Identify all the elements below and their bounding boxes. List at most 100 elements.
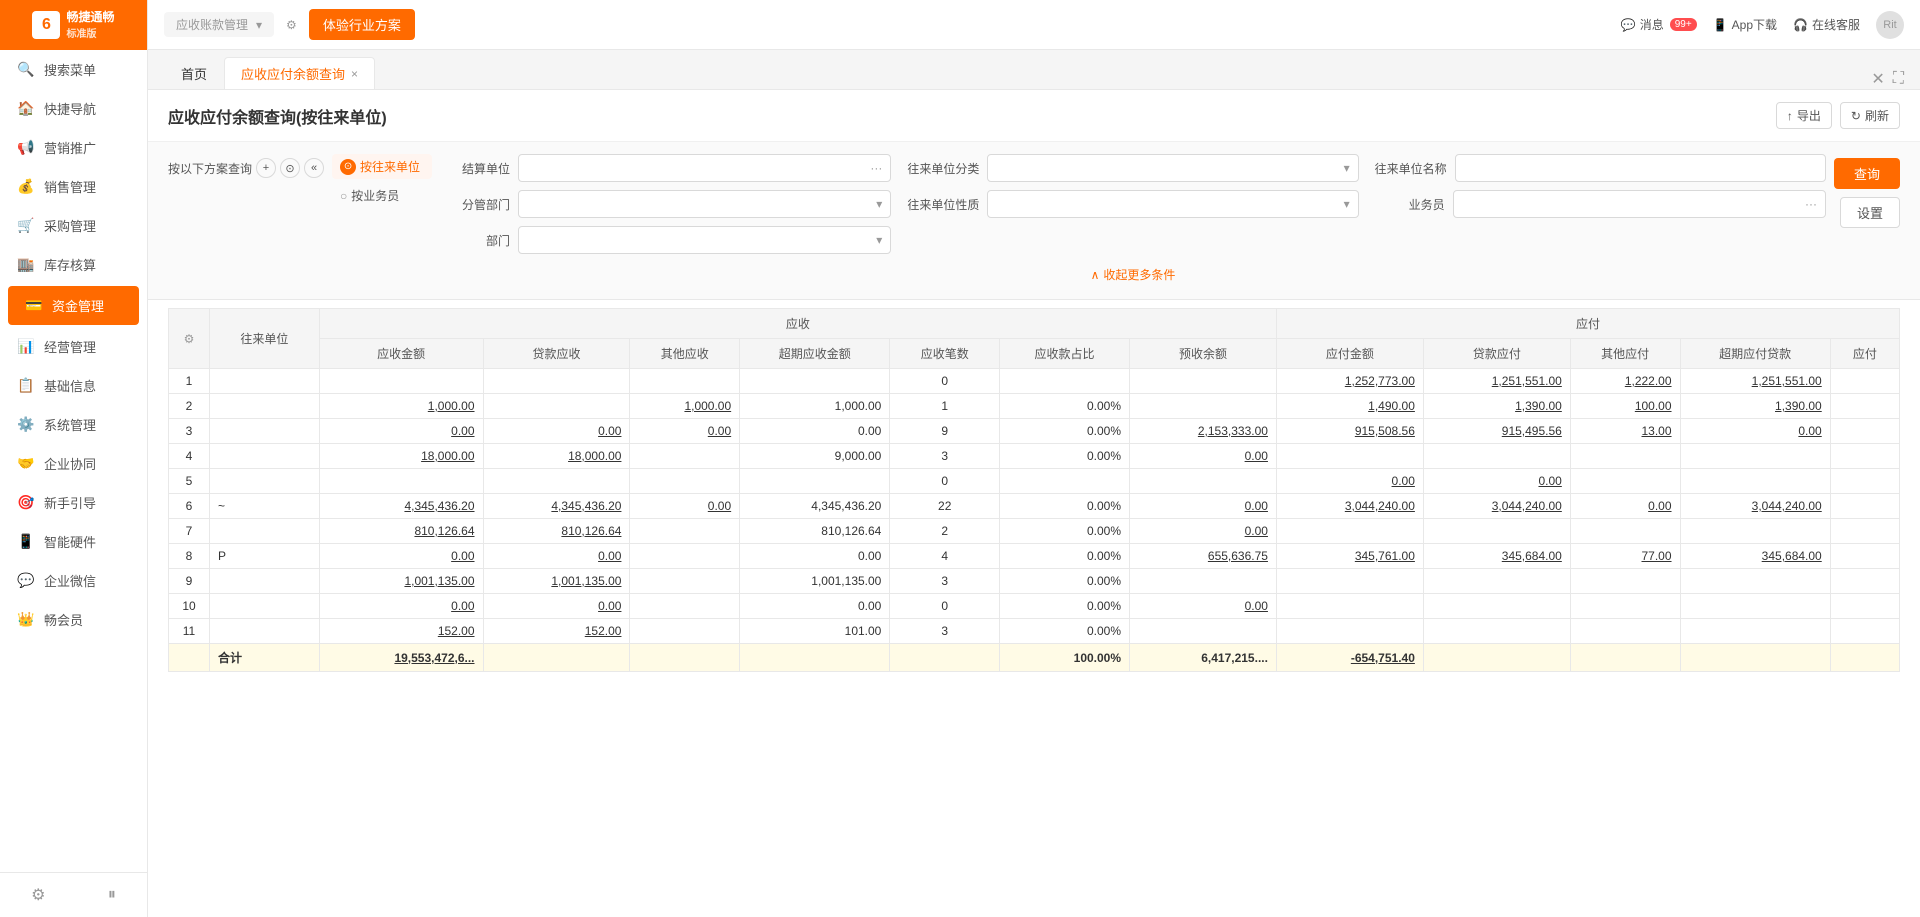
query-btn[interactable]: 查询 bbox=[1834, 158, 1900, 189]
refresh-btn[interactable]: ↻ 刷新 bbox=[1840, 102, 1900, 129]
table-cell[interactable]: 0.00 bbox=[1130, 444, 1277, 469]
table-cell[interactable] bbox=[1680, 569, 1830, 594]
input-lwdwmc[interactable] bbox=[1464, 161, 1817, 175]
table-cell[interactable]: 1,001,135.00 bbox=[319, 569, 483, 594]
table-cell[interactable] bbox=[1130, 394, 1277, 419]
sidebar-item-inventory[interactable]: 🏬 库存核算 bbox=[0, 245, 147, 284]
sidebar-item-operation[interactable]: 📊 经营管理 bbox=[0, 327, 147, 366]
table-cell[interactable] bbox=[1130, 469, 1277, 494]
messages-btn[interactable]: 💬 消息 99+ bbox=[1621, 16, 1697, 33]
table-cell[interactable] bbox=[1423, 519, 1570, 544]
table-cell[interactable]: 0.00 bbox=[483, 419, 630, 444]
table-cell[interactable] bbox=[630, 519, 740, 544]
tab-close-window-icon[interactable]: ✕ bbox=[1871, 69, 1884, 89]
table-cell[interactable] bbox=[1130, 369, 1277, 394]
table-cell[interactable]: 13.00 bbox=[1570, 419, 1680, 444]
table-cell[interactable]: 915,508.56 bbox=[1276, 419, 1423, 444]
table-cell[interactable]: 1,390.00 bbox=[1423, 394, 1570, 419]
table-cell[interactable] bbox=[630, 569, 740, 594]
table-cell[interactable]: 1,001,135.00 bbox=[483, 569, 630, 594]
tab-active[interactable]: 应收应付余额查询 × bbox=[224, 57, 375, 89]
table-cell[interactable] bbox=[1570, 569, 1680, 594]
footer-ysje[interactable]: 19,553,472,6... bbox=[319, 644, 483, 672]
scheme-settings-btn[interactable]: ⊙ bbox=[280, 158, 300, 178]
col-settings-icon[interactable]: ⚙ bbox=[177, 327, 201, 351]
table-cell[interactable]: 4,345,436.20 bbox=[483, 494, 630, 519]
table-cell[interactable]: 810,126.64 bbox=[319, 519, 483, 544]
table-cell[interactable] bbox=[1130, 569, 1277, 594]
table-cell[interactable]: 0.00 bbox=[1570, 494, 1680, 519]
sidebar-item-sales[interactable]: 💰 销售管理 bbox=[0, 167, 147, 206]
table-cell[interactable]: 100.00 bbox=[1570, 394, 1680, 419]
sidebar-item-wechat[interactable]: 💬 企业微信 bbox=[0, 561, 147, 600]
table-cell[interactable]: 77.00 bbox=[1570, 544, 1680, 569]
field-input-lwdwfl[interactable]: ▾ bbox=[987, 154, 1358, 182]
sidebar-item-guide[interactable]: 🎯 新手引导 bbox=[0, 483, 147, 522]
table-cell[interactable]: 0.00 bbox=[319, 419, 483, 444]
table-cell[interactable] bbox=[319, 369, 483, 394]
sidebar-item-nav[interactable]: 🏠 快捷导航 bbox=[0, 89, 147, 128]
table-cell[interactable]: 0.00 bbox=[1423, 469, 1570, 494]
table-cell[interactable]: 3,044,240.00 bbox=[1680, 494, 1830, 519]
sidebar-item-search[interactable]: 🔍 搜索菜单 bbox=[0, 50, 147, 89]
table-cell[interactable]: 345,761.00 bbox=[1276, 544, 1423, 569]
table-cell[interactable]: 655,636.75 bbox=[1130, 544, 1277, 569]
table-cell[interactable] bbox=[1423, 444, 1570, 469]
tab-home[interactable]: 首页 bbox=[164, 57, 224, 89]
sidebar-item-system[interactable]: ⚙️ 系统管理 bbox=[0, 405, 147, 444]
setting-btn[interactable]: 设置 bbox=[1840, 197, 1900, 228]
table-cell[interactable]: 152.00 bbox=[483, 619, 630, 644]
filter-collapse-btn[interactable]: ∧ 收起更多条件 bbox=[440, 262, 1826, 287]
table-cell[interactable]: 0.00 bbox=[319, 594, 483, 619]
table-cell[interactable]: 915,495.56 bbox=[1423, 419, 1570, 444]
tab-close-btn[interactable]: × bbox=[351, 67, 358, 81]
table-cell[interactable]: 1,000.00 bbox=[630, 394, 740, 419]
table-cell[interactable] bbox=[1680, 444, 1830, 469]
table-cell[interactable]: 0.00 bbox=[1130, 594, 1277, 619]
table-cell[interactable] bbox=[483, 369, 630, 394]
field-input-lwdwxz[interactable]: ▾ bbox=[987, 190, 1358, 218]
field-input-jsdw[interactable]: ··· bbox=[518, 154, 891, 182]
table-cell[interactable]: 810,126.64 bbox=[483, 519, 630, 544]
table-cell[interactable]: 0.00 bbox=[483, 544, 630, 569]
sidebar-item-member[interactable]: 👑 畅会员 bbox=[0, 600, 147, 639]
sidebar-item-hardware[interactable]: 📱 智能硬件 bbox=[0, 522, 147, 561]
table-cell[interactable]: 2,153,333.00 bbox=[1130, 419, 1277, 444]
sidebar-item-purchase[interactable]: 🛒 采购管理 bbox=[0, 206, 147, 245]
table-cell[interactable] bbox=[1570, 519, 1680, 544]
field-input-lwdwmc[interactable] bbox=[1455, 154, 1826, 182]
table-cell[interactable]: 152.00 bbox=[319, 619, 483, 644]
table-cell[interactable] bbox=[1423, 619, 1570, 644]
table-cell[interactable] bbox=[1570, 619, 1680, 644]
table-cell[interactable] bbox=[1130, 619, 1277, 644]
table-cell[interactable] bbox=[1423, 594, 1570, 619]
field-input-bm[interactable]: ▾ bbox=[518, 226, 891, 254]
table-cell[interactable] bbox=[1680, 619, 1830, 644]
sidebar-item-finance[interactable]: 💳 资金管理 bbox=[8, 286, 139, 325]
table-cell[interactable]: 345,684.00 bbox=[1680, 544, 1830, 569]
table-cell[interactable] bbox=[1276, 569, 1423, 594]
table-cell[interactable]: 345,684.00 bbox=[1423, 544, 1570, 569]
sidebar-item-basic[interactable]: 📋 基础信息 bbox=[0, 366, 147, 405]
table-cell[interactable] bbox=[1276, 594, 1423, 619]
scheme-option-unit[interactable]: ⊙ 按往来单位 bbox=[332, 154, 432, 179]
field-input-ywy[interactable]: ··· bbox=[1453, 190, 1826, 218]
table-cell[interactable] bbox=[319, 469, 483, 494]
table-cell[interactable] bbox=[1276, 519, 1423, 544]
table-cell[interactable]: 0.00 bbox=[1130, 519, 1277, 544]
gear-icon[interactable]: ⚙ bbox=[286, 18, 297, 32]
table-cell[interactable] bbox=[1276, 444, 1423, 469]
scheme-option-salesman[interactable]: ○ 按业务员 bbox=[332, 183, 432, 208]
table-cell[interactable]: 1,252,773.00 bbox=[1276, 369, 1423, 394]
table-cell[interactable] bbox=[483, 394, 630, 419]
user-avatar[interactable]: Rit bbox=[1876, 11, 1904, 39]
table-cell[interactable] bbox=[630, 619, 740, 644]
table-cell[interactable]: 3,044,240.00 bbox=[1276, 494, 1423, 519]
table-cell[interactable]: 1,490.00 bbox=[1276, 394, 1423, 419]
table-cell[interactable]: 0.00 bbox=[1130, 494, 1277, 519]
service-btn[interactable]: 🎧 在线客服 bbox=[1793, 16, 1860, 33]
table-cell[interactable]: 0.00 bbox=[483, 594, 630, 619]
sidebar-collapse-btn[interactable]: ⏸ bbox=[100, 882, 124, 908]
table-cell[interactable]: 0.00 bbox=[319, 544, 483, 569]
sidebar-settings-btn[interactable]: ⚙ bbox=[23, 881, 53, 909]
